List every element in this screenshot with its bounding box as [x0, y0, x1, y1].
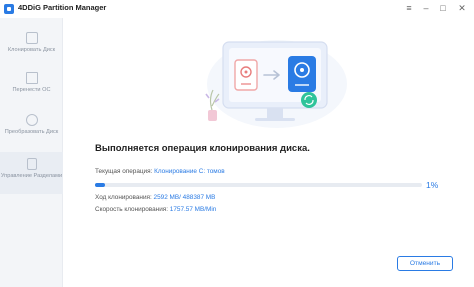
partition-management-icon: [26, 158, 37, 170]
menu-icon[interactable]: ≡: [402, 2, 416, 15]
clone-speed: Скорость клонирования: 1757.57 MB/Min: [95, 206, 216, 213]
clone-progress-bar: [95, 183, 422, 187]
current-operation-value: Клонирование C: томов: [154, 168, 225, 175]
clone-speed-value: 1757.57 MB/Min: [169, 206, 217, 213]
sidebar: Клонировать Диск Перенести ОС Преобразов…: [0, 18, 63, 287]
sidebar-item-label: Клонировать Диск: [7, 47, 56, 53]
clone-disk-icon: [25, 32, 38, 44]
sidebar-item-label: Преобразовать Диск: [4, 129, 59, 135]
target-disk-icon: [288, 56, 316, 92]
convert-disk-icon: [25, 114, 38, 126]
cloned-amount-value: 2592 MB/ 488387 MB: [153, 194, 216, 201]
cloning-illustration: [205, 40, 347, 128]
cloned-amount-label: Ход клонирования:: [95, 194, 152, 201]
sidebar-item-label: Перенести ОС: [12, 87, 51, 93]
title-bar: 4DDiG Partition Manager ≡ – □ ✕: [0, 0, 474, 18]
operation-heading: Выполняется операция клонирования диска.: [95, 143, 310, 154]
clone-progress-fill: [95, 183, 105, 187]
cancel-button[interactable]: Отменить: [397, 256, 453, 271]
close-icon[interactable]: ✕: [455, 2, 469, 15]
sidebar-item-partition-management[interactable]: Управление Разделами: [0, 152, 63, 194]
migrate-os-icon: [25, 72, 38, 84]
app-title: 4DDiG Partition Manager: [18, 3, 107, 12]
sync-badge-icon: [301, 92, 317, 108]
minimize-icon[interactable]: –: [419, 2, 433, 15]
cloned-amount: Ход клонирования: 2592 MB/ 488387 MB: [95, 194, 215, 201]
sidebar-item-clone-disk[interactable]: Клонировать Диск: [0, 32, 63, 53]
current-operation: Текущая операция: Клонирование C: томов: [95, 168, 225, 175]
sidebar-item-convert-disk[interactable]: Преобразовать Диск: [0, 114, 63, 135]
maximize-icon[interactable]: □: [436, 2, 450, 15]
plant-pot-icon: [208, 110, 217, 121]
clone-progress-percent: 1%: [426, 180, 439, 190]
sidebar-item-label: Управление Разделами: [0, 173, 63, 179]
current-operation-label: Текущая операция:: [95, 168, 153, 175]
app-logo-icon: [4, 4, 14, 14]
clone-speed-label: Скорость клонирования:: [95, 206, 169, 213]
source-disk-icon: [234, 59, 258, 91]
sidebar-item-migrate-os[interactable]: Перенести ОС: [0, 72, 63, 93]
